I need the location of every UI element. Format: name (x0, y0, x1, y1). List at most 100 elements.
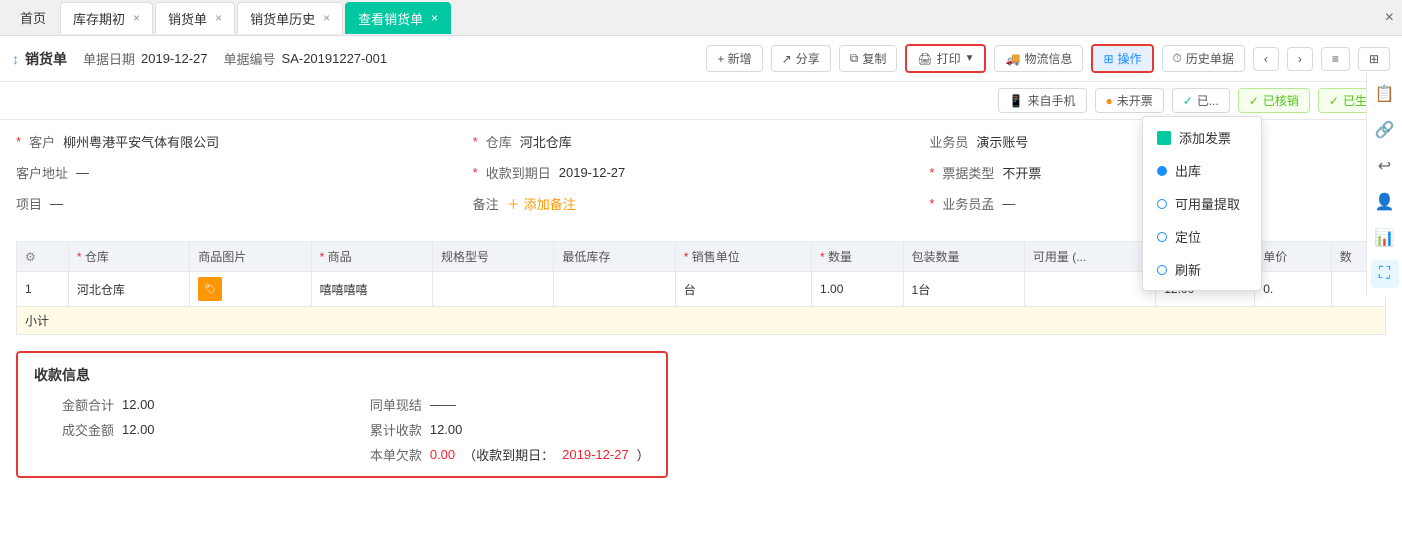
copy-button[interactable]: ⧉ 复制 (839, 45, 898, 72)
tab-close-sales-history[interactable]: × (323, 11, 330, 25)
cell-warehouse: 河北仓库 (68, 272, 189, 307)
product-image: 🏷 (198, 277, 222, 301)
logistics-button[interactable]: 🚚 物流信息 (994, 45, 1083, 72)
dropdown-avail-extract[interactable]: 可用量提取 (1143, 187, 1261, 220)
col-price: 单价 (1255, 242, 1332, 272)
warehouse-field: * 仓库 河北仓库 (473, 132, 930, 151)
cell-img: 🏷 (190, 272, 311, 307)
sidebar-icon-chart[interactable]: 📊 (1371, 224, 1399, 252)
check-circle-icon: ✓ (1249, 94, 1259, 108)
cell-min-stock (554, 272, 675, 307)
col-avail: 可用量 (... (1024, 242, 1155, 272)
sidebar-icon-link[interactable]: 🔗 (1371, 116, 1399, 144)
from-phone-button[interactable]: 📱 来自手机 (998, 88, 1087, 113)
tab-home[interactable]: 首页 (8, 2, 58, 33)
print-button[interactable]: 🖨 打印 ▼ (905, 44, 986, 73)
sub-toolbar: 📱 来自手机 ● 未开票 ✓ 已... ✓ 已核销 ✓ 已生效 (0, 82, 1402, 120)
circle-icon: ● (1106, 94, 1113, 108)
share-button[interactable]: ↗ 分享 (771, 45, 831, 72)
address-field: 客户地址 — (16, 163, 473, 182)
list-view-button[interactable]: ≡ (1321, 47, 1350, 71)
print-icon: 🖨 (917, 52, 932, 66)
subtotal-label: 小计 (17, 307, 1386, 335)
locate-icon (1157, 232, 1167, 242)
phone-icon: 📱 (1009, 94, 1024, 108)
grid-icon: ⊞ (1103, 52, 1113, 66)
not-open-button[interactable]: ● 未开票 (1095, 88, 1164, 113)
col-spec: 规格型号 (432, 242, 553, 272)
ops-button[interactable]: ⊞ 操作 (1093, 46, 1151, 71)
tab-bar: 首页 库存期初 × 销货单 × 销货单历史 × 查看销货单 × × (0, 0, 1402, 36)
payment-owed-row: 本单欠款 0.00 （收款到期日： 2019-12-27 ） (342, 445, 650, 464)
ops-dropdown: 添加发票 出库 可用量提取 定位 刷新 (1142, 116, 1262, 291)
refresh-icon (1157, 265, 1167, 275)
tab-sales-order[interactable]: 销货单 × (155, 2, 235, 34)
cell-seq: 1 (17, 272, 69, 307)
toolbar: + 新增 ↗ 分享 ⧉ 复制 🖨 打印 ▼ 🚚 物流信息 (706, 44, 1390, 73)
ops-box: ⊞ 操作 (1091, 44, 1153, 73)
grid-view-button[interactable]: ⊞ (1358, 47, 1390, 71)
share-icon: ↗ (782, 52, 792, 66)
add-invoice-icon (1157, 131, 1171, 145)
cell-avail (1024, 272, 1155, 307)
dropdown-add-invoice[interactable]: 添加发票 (1143, 121, 1261, 154)
col-img: 商品图片 (190, 242, 311, 272)
form-header: ↕ 销货单 单据日期 2019-12-27 单据编号 SA-20191227-0… (0, 36, 1402, 82)
avail-extract-icon (1157, 199, 1167, 209)
add-note-button[interactable]: ＋ 添加备注 (507, 194, 576, 213)
history-icon: ⏱ (1173, 51, 1182, 66)
tab-view-sales[interactable]: 查看销货单 × (345, 2, 451, 34)
cell-pkg-qty: 1台 (903, 272, 1024, 307)
next-button[interactable]: › (1287, 47, 1313, 71)
payment-deal-row: 成交金额 12.00 (34, 420, 342, 439)
project-field: 项目 — (16, 194, 473, 213)
due-date-field: * 收款到期日 2019-12-27 (473, 163, 930, 182)
dropdown-locate[interactable]: 定位 (1143, 220, 1261, 253)
payment-same-order-row: 同单现结 —— (342, 395, 650, 414)
prev-button[interactable]: ‹ (1253, 47, 1279, 71)
print-dropdown-icon: ▼ (965, 53, 975, 64)
note-field: 备注 ＋ 添加备注 (473, 194, 930, 213)
customer-field: * 客户 柳州粤港平安气体有限公司 (16, 132, 473, 151)
add-button[interactable]: + 新增 (706, 45, 762, 72)
check-button[interactable]: ✓ 已... (1172, 88, 1230, 113)
col-product: * 商品 (311, 242, 432, 272)
col-min-stock: 最低库存 (554, 242, 675, 272)
col-qty: * 数量 (812, 242, 904, 272)
subtotal-row: 小计 (17, 307, 1386, 335)
outbound-icon (1157, 166, 1167, 176)
tab-sales-history[interactable]: 销货单历史 × (237, 2, 343, 34)
tab-close-inventory-init[interactable]: × (133, 11, 140, 25)
tab-close-view-sales[interactable]: × (431, 11, 438, 25)
form-title: ↕ 销货单 (12, 49, 67, 69)
payment-total-row: 金额合计 12.00 (34, 395, 342, 414)
history-button[interactable]: ⏱ 历史单据 (1162, 45, 1245, 72)
sidebar-icon-clipboard[interactable]: 📋 (1371, 80, 1399, 108)
col-unit: * 销售单位 (675, 242, 811, 272)
cell-qty: 1.00 (812, 272, 904, 307)
form-number: 单据编号 SA-20191227-001 (224, 49, 388, 68)
gear-icon: ⚙ (25, 250, 36, 264)
payment-section: 收款信息 金额合计 12.00 同单现结 —— 成交金额 12.00 (0, 335, 1402, 486)
copy-icon: ⧉ (850, 51, 859, 66)
sidebar-icon-user[interactable]: 👤 (1371, 188, 1399, 216)
payment-cumulative-row: 累计收款 12.00 (342, 420, 650, 439)
dropdown-refresh[interactable]: 刷新 (1143, 253, 1261, 286)
sidebar-icon-expand[interactable]: ⛶ (1371, 260, 1399, 288)
form-meta: 单据日期 2019-12-27 单据编号 SA-20191227-001 (83, 49, 387, 68)
tab-inventory-init[interactable]: 库存期初 × (60, 2, 153, 34)
already-sold-button[interactable]: ✓ 已核销 (1238, 88, 1310, 113)
plus-icon: ＋ (507, 194, 520, 213)
col-settings[interactable]: ⚙ (17, 242, 69, 272)
check-icon: ✓ (1183, 94, 1193, 108)
window-close-button[interactable]: × (1385, 9, 1394, 27)
sales-order-icon: ↕ (12, 51, 19, 67)
dropdown-outbound[interactable]: 出库 (1143, 154, 1261, 187)
cell-product: 嘻嘻嘻嘻 (311, 272, 432, 307)
sidebar-icon-return[interactable]: ↩ (1371, 152, 1399, 180)
form-date: 单据日期 2019-12-27 (83, 49, 208, 68)
payment-box: 收款信息 金额合计 12.00 同单现结 —— 成交金额 12.00 (16, 351, 668, 478)
tab-close-sales-order[interactable]: × (215, 11, 222, 25)
cell-unit: 台 (675, 272, 811, 307)
payment-grid: 金额合计 12.00 同单现结 —— 成交金额 12.00 累计收款 12.00 (34, 395, 650, 464)
